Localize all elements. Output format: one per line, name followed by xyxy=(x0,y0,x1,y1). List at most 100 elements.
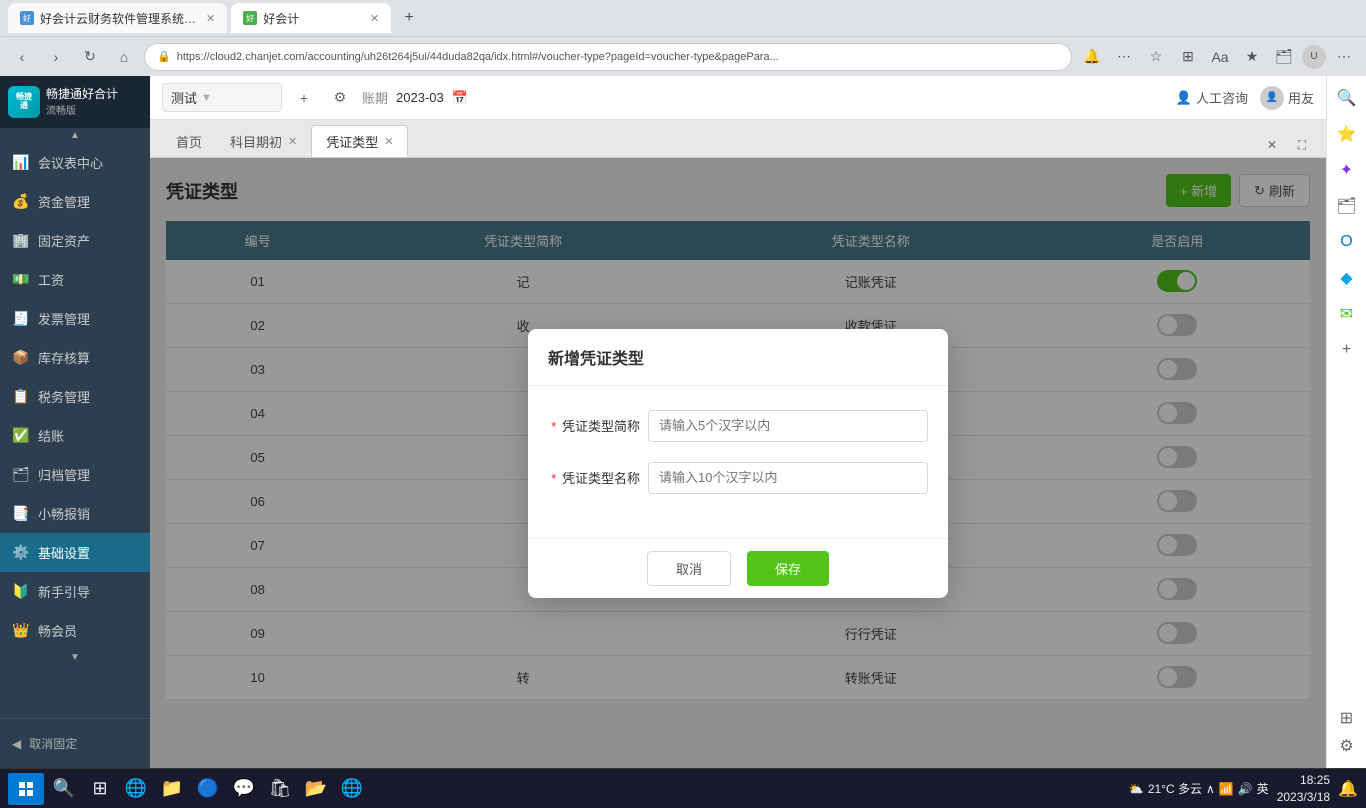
taskbar-right: ⛅ 21°C 多云 ∧ 📶 🔊 英 18:25 2023/3/18 🔔 xyxy=(1129,772,1358,806)
taskbar-browser-icon[interactable]: 🌐 xyxy=(336,773,368,805)
tab-close-2[interactable]: ✕ xyxy=(370,12,379,25)
browser-menu-icon[interactable]: ⋯ xyxy=(1330,43,1358,71)
panel-search-icon[interactable]: 🔍 xyxy=(1333,84,1361,112)
clock-time: 18:25 xyxy=(1277,772,1330,789)
sidebar-item-tax[interactable]: 📋 税务管理 xyxy=(0,377,150,416)
sidebar-item-archive[interactable]: 🗂 归档管理 xyxy=(0,455,150,494)
taskbar-task-view-icon[interactable]: ⊞ xyxy=(84,773,116,805)
workspace-settings-button[interactable]: ⚙ xyxy=(326,84,354,112)
taskbar-edge-icon[interactable]: 🌐 xyxy=(120,773,152,805)
lang-label: 英 xyxy=(1257,780,1269,797)
panel-feather-icon[interactable]: ✉ xyxy=(1333,300,1361,328)
panel-edge-icon[interactable]: ◆ xyxy=(1333,264,1361,292)
support-button[interactable]: 👤 人工咨询 xyxy=(1176,88,1248,107)
sidebar-scroll-down[interactable]: ▼ xyxy=(0,650,150,665)
notification-icon[interactable]: 🔔 xyxy=(1338,779,1358,799)
favorites-icon[interactable]: ★ xyxy=(1238,43,1266,71)
bookmark-icon[interactable]: ☆ xyxy=(1142,43,1170,71)
avatar-icon: 👤 xyxy=(1266,92,1278,103)
sidebar-item-member[interactable]: 👑 畅会员 xyxy=(0,611,150,650)
tab-voucher-close[interactable]: ✕ xyxy=(384,135,393,148)
modal-footer: 取消 保存 xyxy=(528,538,948,598)
taskbar-store-icon[interactable]: 🛍 xyxy=(264,773,296,805)
start-button[interactable] xyxy=(8,773,44,805)
archive-icon: 🗂 xyxy=(12,466,30,484)
browser-toolbar: 🔔 ⋯ ☆ ⊞ Aa ★ 🗂 U ⋯ xyxy=(1078,43,1358,71)
panel-collection-icon[interactable]: 🗂 xyxy=(1333,192,1361,220)
add-workspace-button[interactable]: + xyxy=(290,84,318,112)
sidebar-item-assets[interactable]: 🏢 固定资产 xyxy=(0,221,150,260)
sidebar-label-inventory: 库存核算 xyxy=(38,348,90,367)
modal-body: * 凭证类型简称 * 凭证类型名称 xyxy=(528,386,948,538)
sidebar-header[interactable]: 畅捷通 畅捷通好合计 流畅版 xyxy=(0,76,150,128)
required-star-1: * xyxy=(551,419,556,434)
panel-star-icon[interactable]: ⭐ xyxy=(1333,120,1361,148)
tab-subject[interactable]: 科目期初 ✕ xyxy=(216,125,311,157)
invoice-icon: 🧾 xyxy=(12,310,30,328)
panel-outlook-icon[interactable]: O xyxy=(1333,228,1361,256)
sidebar-item-capital[interactable]: 💰 资金管理 xyxy=(0,182,150,221)
sidebar-item-checkout[interactable]: ✅ 结账 xyxy=(0,416,150,455)
sidebar-item-salary[interactable]: 💵 工资 xyxy=(0,260,150,299)
address-input[interactable]: 🔒 https://cloud2.chanjet.com/accounting/… xyxy=(144,43,1072,71)
dashboard-icon: 📊 xyxy=(12,154,30,172)
taskbar-chrome-icon[interactable]: 🔵 xyxy=(192,773,224,805)
page-content: 凭证类型 + 新增 ↻ 刷新 编号 凭证类型简称 凭证类型名称 是否启用 xyxy=(150,158,1326,768)
taskbar-wechat-icon[interactable]: 💬 xyxy=(228,773,260,805)
sidebar-scroll-up[interactable]: ▲ xyxy=(0,128,150,143)
guide-icon: 🔰 xyxy=(12,583,30,601)
wifi-icon: 📶 xyxy=(1219,782,1234,796)
calendar-icon[interactable]: 📅 xyxy=(452,90,468,106)
sidebar-item-invoice[interactable]: 🧾 发票管理 xyxy=(0,299,150,338)
sidebar-item-settings[interactable]: ⚙️ 基础设置 xyxy=(0,533,150,572)
new-tab-button[interactable]: + xyxy=(395,4,423,32)
more-icon[interactable]: ⋯ xyxy=(1110,43,1138,71)
forward-button[interactable]: › xyxy=(42,43,70,71)
reading-mode-icon[interactable]: Aa xyxy=(1206,43,1234,71)
collections-icon[interactable]: 🗂 xyxy=(1270,43,1298,71)
back-button[interactable]: ‹ xyxy=(8,43,36,71)
minimize-panel-button[interactable]: ✕ xyxy=(1260,133,1284,157)
browser-tab-inactive[interactable]: 好 好会计云财务软件管理系统_会计 ✕ xyxy=(8,3,227,33)
user-button[interactable]: 👤 用友 xyxy=(1260,86,1314,110)
workspace-selector[interactable]: 测试 ▼ xyxy=(162,83,282,112)
user-avatar: 👤 xyxy=(1260,86,1284,110)
tab-label-2: 好会计 xyxy=(263,10,299,27)
tab-close-1[interactable]: ✕ xyxy=(206,12,215,25)
home-button[interactable]: ⌂ xyxy=(110,43,138,71)
taskbar-sys-icons: ⛅ 21°C 多云 ∧ 📶 🔊 英 xyxy=(1129,780,1269,797)
sidebar-item-report[interactable]: 📑 小畅报销 xyxy=(0,494,150,533)
browser-tab-active[interactable]: 好 好会计 ✕ xyxy=(231,3,391,33)
report-icon: 📑 xyxy=(12,505,30,523)
modal-overlay: 新增凭证类型 * 凭证类型简称 * 凭证类型名称 xyxy=(150,158,1326,768)
short-name-input[interactable] xyxy=(648,410,928,442)
extensions-icon[interactable]: 🔔 xyxy=(1078,43,1106,71)
save-button[interactable]: 保存 xyxy=(747,551,829,586)
taskbar-files-icon[interactable]: 📂 xyxy=(300,773,332,805)
tab-voucher-type[interactable]: 凭证类型 ✕ xyxy=(311,125,408,157)
clock-date: 2023/3/18 xyxy=(1277,789,1330,806)
checkout-icon: ✅ xyxy=(12,427,30,445)
address-bar: ‹ › ↻ ⌂ 🔒 https://cloud2.chanjet.com/acc… xyxy=(0,36,1366,76)
cancel-pin-button[interactable]: ◀ 取消固定 xyxy=(0,727,150,760)
reload-button[interactable]: ↻ xyxy=(76,43,104,71)
sidebar-item-guide[interactable]: 🔰 新手引导 xyxy=(0,572,150,611)
panel-copilot-icon[interactable]: ✦ xyxy=(1333,156,1361,184)
maximize-panel-button[interactable]: ⛶ xyxy=(1290,133,1314,157)
tab-subject-close[interactable]: ✕ xyxy=(288,135,297,148)
panel-grid-icon[interactable]: ⊞ xyxy=(1333,704,1361,732)
taskbar-search-icon[interactable]: 🔍 xyxy=(48,773,80,805)
sidebar-label-salary: 工资 xyxy=(38,270,64,289)
taskbar-explorer-icon[interactable]: 📁 xyxy=(156,773,188,805)
panel-add-icon[interactable]: + xyxy=(1333,336,1361,364)
profile-icon[interactable]: U xyxy=(1302,45,1326,69)
app-title: 畅捷通好合计 流畅版 xyxy=(46,87,118,118)
sidebar-item-dashboard[interactable]: 📊 会议表中心 xyxy=(0,143,150,182)
taskbar-time[interactable]: 18:25 2023/3/18 xyxy=(1277,772,1330,806)
cancel-button[interactable]: 取消 xyxy=(647,551,731,586)
split-view-icon[interactable]: ⊞ xyxy=(1174,43,1202,71)
panel-settings-icon[interactable]: ⚙ xyxy=(1333,732,1361,760)
full-name-input[interactable] xyxy=(648,462,928,494)
tab-home[interactable]: 首页 xyxy=(162,125,216,157)
sidebar-item-inventory[interactable]: 📦 库存核算 xyxy=(0,338,150,377)
